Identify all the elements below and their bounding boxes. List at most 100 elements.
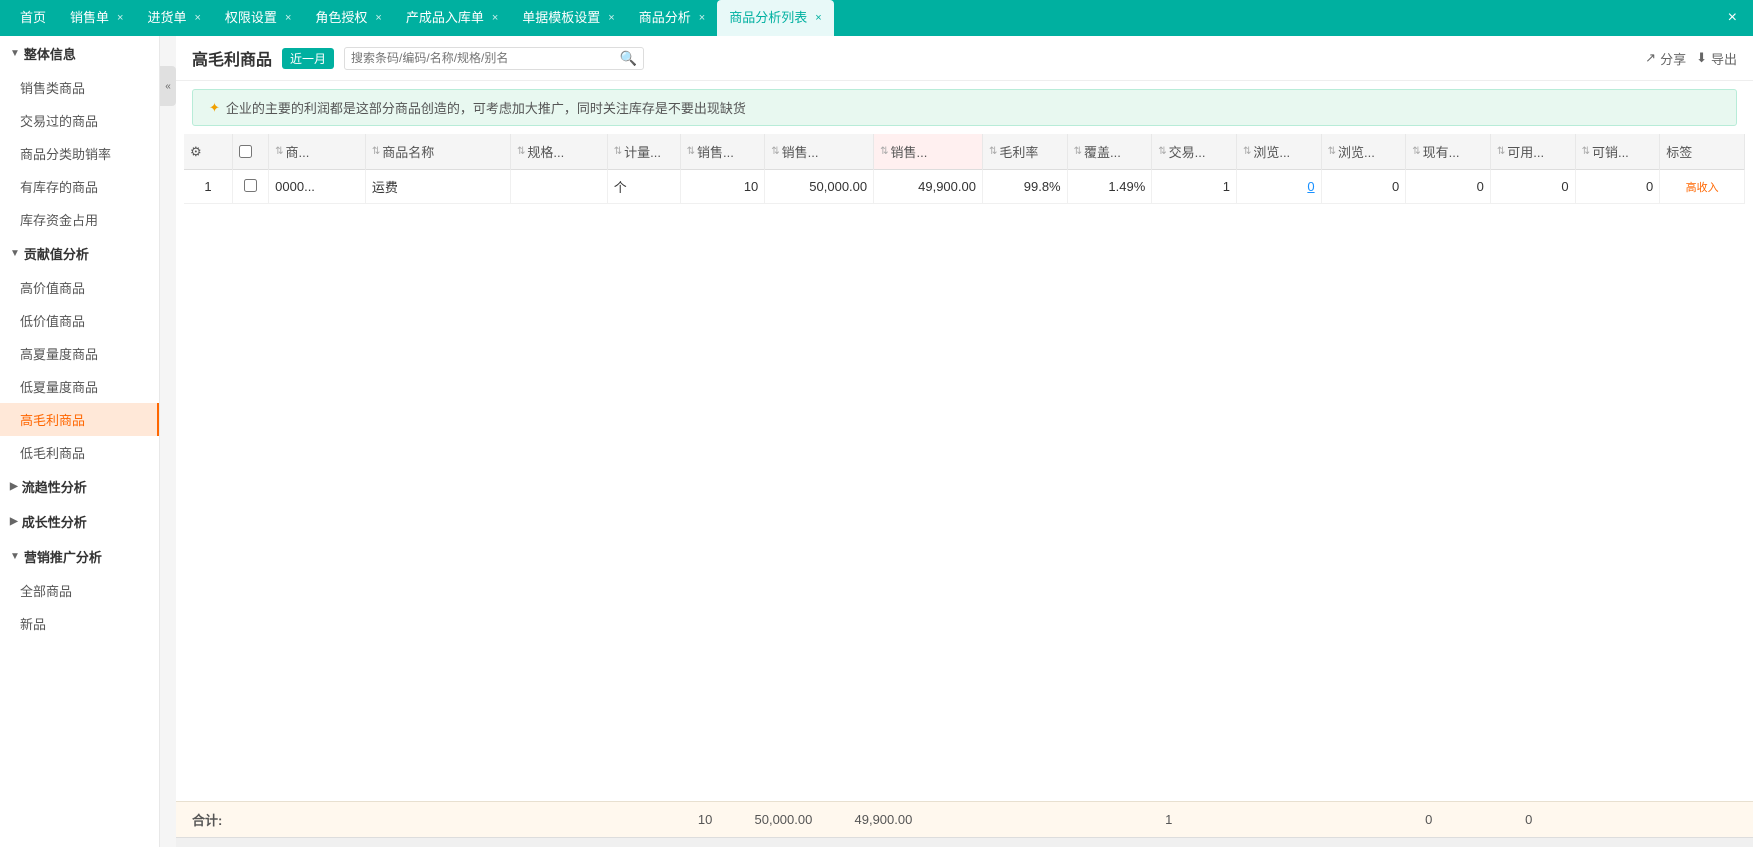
col-header-cover-rate[interactable]: ⇅覆盖... xyxy=(1067,134,1152,170)
export-icon: ⬇ xyxy=(1696,50,1707,66)
cell-unit: 个 xyxy=(607,170,680,204)
cell-stock2: 0 xyxy=(1490,170,1575,204)
nav-close-sales[interactable]: × xyxy=(117,0,123,36)
table-row: 1 0000... 运费 个 10 50,000.00 49,900.00 99… xyxy=(184,170,1745,204)
table-wrapper: ⚙ ⇅商... ⇅商品名称 ⇅规格... xyxy=(176,134,1753,801)
cell-num: 1 xyxy=(184,170,232,204)
nav-close-product-entry[interactable]: × xyxy=(492,0,498,36)
sidebar-section-overall[interactable]: ▼ 整体信息 xyxy=(0,36,159,71)
sidebar-item-low-margin[interactable]: 低毛利商品 xyxy=(0,436,159,469)
nav-close-goods-analysis[interactable]: × xyxy=(699,0,705,36)
footer-sale-qty: 10 xyxy=(632,812,712,827)
export-button[interactable]: ⬇ 导出 xyxy=(1696,49,1737,68)
info-banner: ✦ 企业的主要的利润都是这部分商品创造的，可考虑加大推广，同时关注库存是不要出现… xyxy=(192,89,1737,126)
header-actions: ↗ 分享 ⬇ 导出 xyxy=(1645,49,1737,68)
cell-name: 运费 xyxy=(365,170,510,204)
cell-browse1[interactable]: 0 xyxy=(1236,170,1321,204)
nav-permission-settings[interactable]: 权限设置 × xyxy=(213,0,303,36)
col-header-unit[interactable]: ⇅计量... xyxy=(607,134,680,170)
sidebar-item-all-goods[interactable]: 全部商品 xyxy=(0,574,159,607)
nav-sales-order[interactable]: 销售单 × xyxy=(58,0,135,36)
cell-sale-amt: 50,000.00 xyxy=(765,170,874,204)
sidebar-collapse-button[interactable]: « xyxy=(160,66,176,106)
content-area: 高毛利商品 近一月 🔍 ↗ 分享 ⬇ 导出 ✦ 企业的主要的利润都是这部分商品创… xyxy=(176,36,1753,847)
cell-check[interactable] xyxy=(232,170,268,204)
time-filter-button[interactable]: 近一月 xyxy=(282,48,334,69)
footer-sale-profit: 49,900.00 xyxy=(832,812,912,827)
nav-goods-analysis[interactable]: 商品分析 × xyxy=(627,0,717,36)
sidebar-item-high-value[interactable]: 高价值商品 xyxy=(0,271,159,304)
col-header-code[interactable]: ⇅商... xyxy=(269,134,366,170)
nav-close-permission[interactable]: × xyxy=(285,0,291,36)
col-header-sale-amt[interactable]: ⇅销售... xyxy=(765,134,874,170)
arrow-trend: ▶ xyxy=(10,481,18,492)
cell-gross-rate: 99.8% xyxy=(982,170,1067,204)
col-header-browse2[interactable]: ⇅浏览... xyxy=(1321,134,1406,170)
nav-home[interactable]: 首页 xyxy=(8,0,58,36)
col-header-spec[interactable]: ⇅规格... xyxy=(511,134,608,170)
nav-close-purchase[interactable]: × xyxy=(194,0,200,36)
sidebar-item-category-rate[interactable]: 商品分类助销率 xyxy=(0,137,159,170)
footer-sale-amt: 50,000.00 xyxy=(732,812,812,827)
col-header-sale-profit[interactable]: ⇅销售... xyxy=(874,134,983,170)
cell-sale-profit: 49,900.00 xyxy=(874,170,983,204)
sidebar-section-trend[interactable]: ▶ 流趋性分析 xyxy=(0,469,159,504)
arrow-growth: ▶ xyxy=(10,516,18,527)
nav-goods-analysis-list[interactable]: 商品分析列表 × xyxy=(717,0,833,36)
sidebar-section-contribution[interactable]: ▼ 贡献值分析 xyxy=(0,236,159,271)
sidebar-section-growth[interactable]: ▶ 成长性分析 xyxy=(0,504,159,539)
col-header-gross-rate[interactable]: ⇅毛利率 xyxy=(982,134,1067,170)
footer-stock1: 0 xyxy=(1352,812,1432,827)
top-navigation: 首页 销售单 × 进货单 × 权限设置 × 角色授权 × 产成品入库单 × 单据… xyxy=(0,0,1753,36)
nav-purchase-order[interactable]: 进货单 × xyxy=(135,0,212,36)
share-icon: ↗ xyxy=(1645,50,1656,66)
search-icon[interactable]: 🔍 xyxy=(620,50,637,67)
col-header-num: ⚙ xyxy=(184,134,232,170)
arrow-marketing: ▼ xyxy=(10,551,20,562)
footer-stock2: 0 xyxy=(1452,812,1532,827)
cell-cover-rate: 1.49% xyxy=(1067,170,1152,204)
row-checkbox[interactable] xyxy=(244,179,257,192)
cell-stock1: 0 xyxy=(1406,170,1491,204)
nav-close-role[interactable]: × xyxy=(375,0,381,36)
sidebar-item-traded-goods[interactable]: 交易过的商品 xyxy=(0,104,159,137)
search-input[interactable] xyxy=(351,51,620,65)
cell-tag: 高收入 xyxy=(1660,170,1745,204)
sidebar-section-marketing[interactable]: ▼ 营销推广分析 xyxy=(0,539,159,574)
sidebar-item-new-goods[interactable]: 新品 xyxy=(0,607,159,640)
col-header-trade-count[interactable]: ⇅交易... xyxy=(1152,134,1237,170)
search-box: 🔍 xyxy=(344,47,644,70)
info-icon: ✦ xyxy=(209,100,220,116)
sidebar-item-stock-capital[interactable]: 库存资金占用 xyxy=(0,203,159,236)
table-header-row: ⚙ ⇅商... ⇅商品名称 ⇅规格... xyxy=(184,134,1745,170)
col-header-sale-qty[interactable]: ⇅销售... xyxy=(680,134,765,170)
sidebar-item-low-summer[interactable]: 低夏量度商品 xyxy=(0,370,159,403)
content-header: 高毛利商品 近一月 🔍 ↗ 分享 ⬇ 导出 xyxy=(176,36,1753,81)
col-header-name[interactable]: ⇅商品名称 xyxy=(365,134,510,170)
sidebar-item-high-summer[interactable]: 高夏量度商品 xyxy=(0,337,159,370)
sidebar-item-in-stock[interactable]: 有库存的商品 xyxy=(0,170,159,203)
settings-icon[interactable]: ⚙ xyxy=(190,144,202,160)
cell-sale-stock: 0 xyxy=(1575,170,1660,204)
nav-close-template[interactable]: × xyxy=(608,0,614,36)
sidebar-item-sales-goods[interactable]: 销售类商品 xyxy=(0,71,159,104)
sidebar-item-high-margin[interactable]: 高毛利商品 xyxy=(0,403,159,436)
horizontal-scrollbar[interactable] xyxy=(176,837,1753,847)
col-header-stock2[interactable]: ⇅可用... xyxy=(1490,134,1575,170)
col-header-tag[interactable]: 标签 xyxy=(1660,134,1745,170)
cell-sale-qty: 10 xyxy=(680,170,765,204)
nav-role-auth[interactable]: 角色授权 × xyxy=(303,0,393,36)
window-close-button[interactable]: × xyxy=(1720,9,1745,27)
nav-close-goods-list[interactable]: × xyxy=(815,0,821,36)
footer-trade-count: 1 xyxy=(1092,812,1172,827)
col-header-browse1[interactable]: ⇅浏览... xyxy=(1236,134,1321,170)
select-all-checkbox[interactable] xyxy=(239,145,252,158)
col-header-sale-stock[interactable]: ⇅可销... xyxy=(1575,134,1660,170)
cell-trade-count: 1 xyxy=(1152,170,1237,204)
col-header-stock1[interactable]: ⇅现有... xyxy=(1406,134,1491,170)
nav-template-settings[interactable]: 单据模板设置 × xyxy=(510,0,626,36)
col-header-check xyxy=(232,134,268,170)
nav-product-entry[interactable]: 产成品入库单 × xyxy=(394,0,510,36)
sidebar-item-low-value[interactable]: 低价值商品 xyxy=(0,304,159,337)
share-button[interactable]: ↗ 分享 xyxy=(1645,49,1686,68)
